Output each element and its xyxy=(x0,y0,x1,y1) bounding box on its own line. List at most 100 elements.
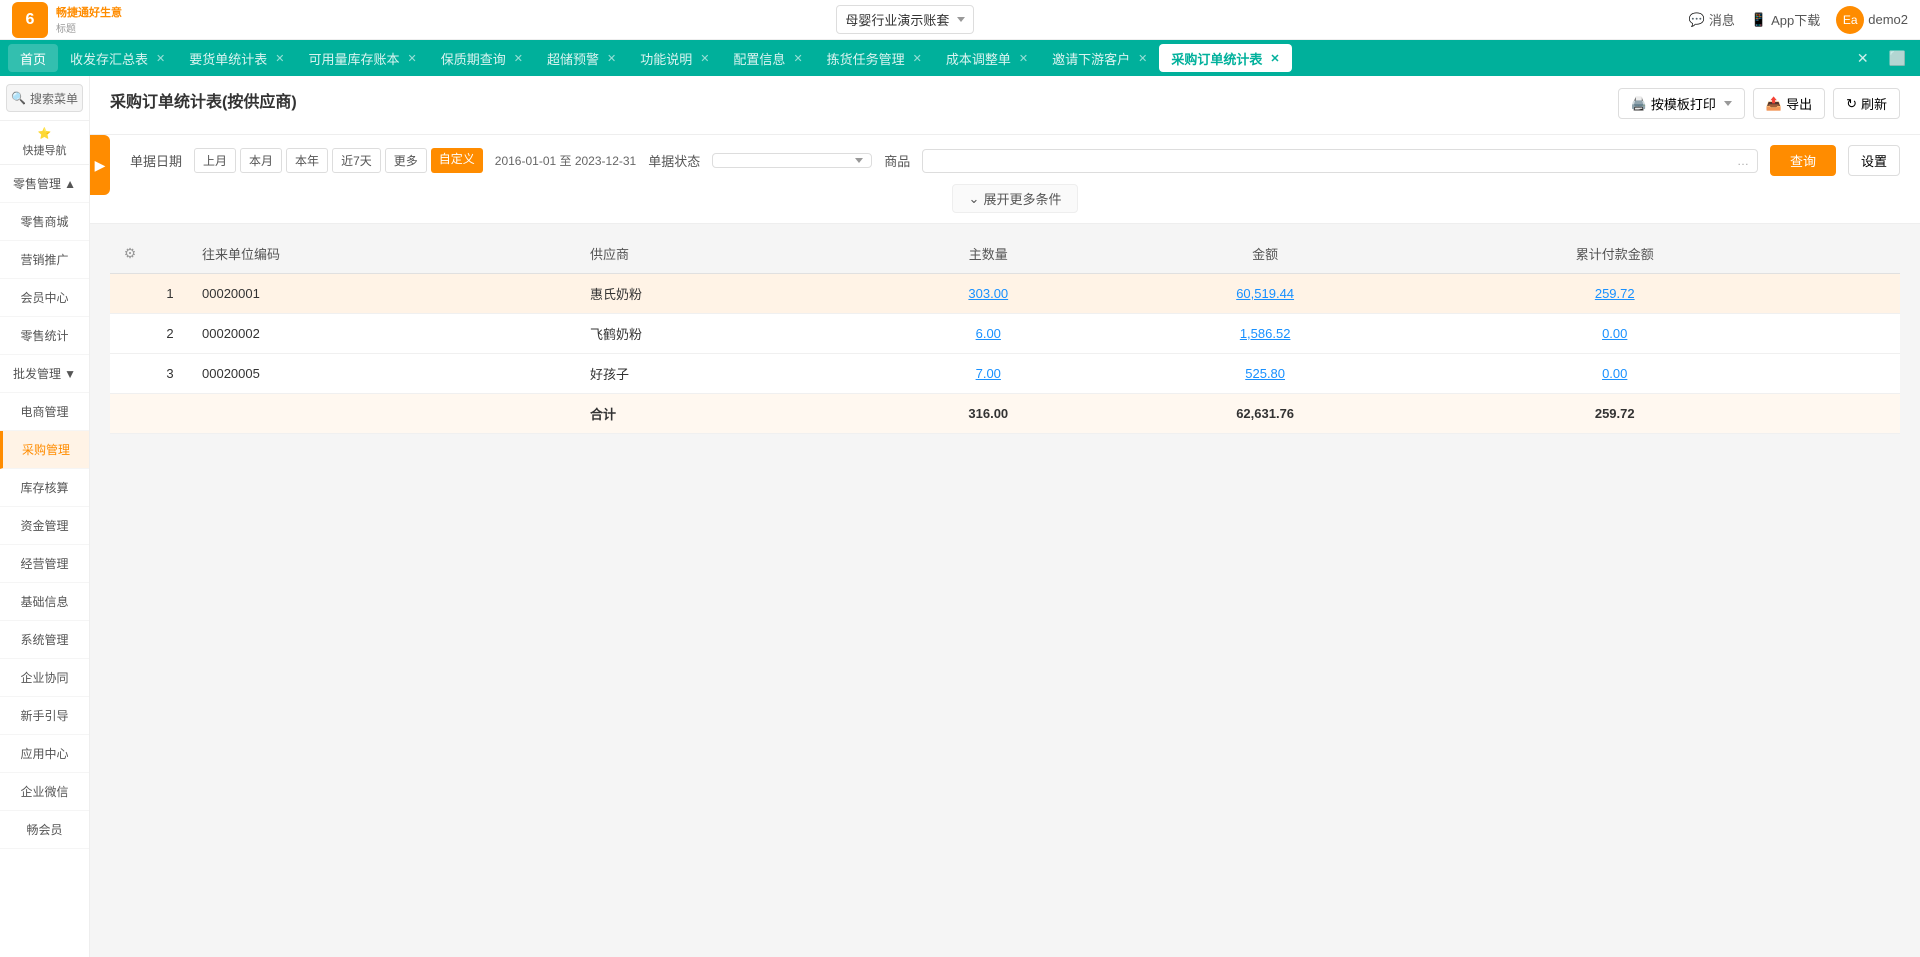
more-date-button[interactable]: 更多 xyxy=(385,148,427,173)
chevron-right-icon: ▶ xyxy=(95,157,106,174)
tab-label: 成本调整单 xyxy=(946,49,1011,68)
sidebar-item-ecommerce[interactable]: 电商管理 xyxy=(0,393,89,431)
table-row[interactable]: 2 00020002 飞鹤奶粉 6.00 1,586.52 0.00 xyxy=(110,314,1900,354)
sidebar-item-retail[interactable]: 零售管理 ▲ xyxy=(0,165,89,203)
sidebar-item-finance[interactable]: 资金管理 xyxy=(0,507,89,545)
close-icon[interactable]: ✕ xyxy=(408,52,417,65)
tab-config-info[interactable]: 配置信息 ✕ xyxy=(721,44,814,72)
sidebar-item-purchase[interactable]: 采购管理 xyxy=(0,431,89,469)
tab-label: 保质期查询 xyxy=(441,49,506,68)
close-icon[interactable]: ✕ xyxy=(913,52,922,65)
tab-pick-task[interactable]: 拣货任务管理 ✕ xyxy=(815,44,934,72)
sidebar-item-quick-nav[interactable]: ⭐ 快捷导航 xyxy=(0,121,89,165)
close-icon[interactable]: ✕ xyxy=(793,52,802,65)
user-profile[interactable]: Ea demo2 xyxy=(1836,6,1908,34)
tab-expiry-query[interactable]: 保质期查询 ✕ xyxy=(429,44,535,72)
last-month-button[interactable]: 上月 xyxy=(194,148,236,173)
tab-home[interactable]: 首页 xyxy=(8,44,58,72)
tab-cost-adjust[interactable]: 成本调整单 ✕ xyxy=(934,44,1040,72)
sidebar-item-member[interactable]: 会员中心 xyxy=(0,279,89,317)
close-icon[interactable]: ✕ xyxy=(1270,52,1279,65)
quick-nav-label: 快捷导航 xyxy=(23,142,67,158)
search-menu-button[interactable]: 🔍 搜索菜单 xyxy=(6,84,83,112)
query-button[interactable]: 查询 xyxy=(1770,145,1836,176)
tab-receive-summary[interactable]: 收发存汇总表 ✕ xyxy=(58,44,177,72)
tab-overstock-alert[interactable]: 超储预警 ✕ xyxy=(535,44,628,72)
main-qty-cell[interactable]: 6.00 xyxy=(867,314,1109,354)
export-button[interactable]: 📤 导出 xyxy=(1753,88,1825,119)
filter-wrapper: ▶ 单据日期 上月 本月 本年 近7天 更多 自定义 2016-01-01 至 … xyxy=(90,135,1920,224)
close-icon[interactable]: ✕ xyxy=(156,52,165,65)
row-num-cell: 2 xyxy=(150,314,190,354)
status-select[interactable] xyxy=(712,153,872,168)
footer-main-qty-cell: 316.00 xyxy=(867,394,1109,434)
operations-label: 经营管理 xyxy=(20,555,68,572)
sidebar-item-new-guide[interactable]: 新手引导 xyxy=(0,697,89,735)
tab-available-stock[interactable]: 可用量库存账本 ✕ xyxy=(296,44,428,72)
retail-mall-label: 零售商城 xyxy=(20,213,68,230)
app-download-button[interactable]: 📱 App下载 xyxy=(1751,10,1820,29)
close-tab-button[interactable]: ✕ xyxy=(1851,48,1875,69)
basic-info-label: 基础信息 xyxy=(20,593,68,610)
page-title: 采购订单统计表(按供应商) xyxy=(110,88,297,112)
refresh-button[interactable]: ↻ 刷新 xyxy=(1833,88,1900,119)
tab-purchase-summary[interactable]: 采购订单统计表 ✕ xyxy=(1159,44,1291,72)
message-button[interactable]: 💬 消息 xyxy=(1689,10,1735,29)
workspace-selector[interactable]: 母婴行业演示账套 xyxy=(836,5,974,34)
close-icon[interactable]: ✕ xyxy=(607,52,616,65)
sidebar-item-basic-info[interactable]: 基础信息 xyxy=(0,583,89,621)
tab-invite-downstream[interactable]: 邀请下游客户 ✕ xyxy=(1040,44,1159,72)
print-button[interactable]: 🖨️ 按模板打印 xyxy=(1618,88,1745,119)
this-year-button[interactable]: 本年 xyxy=(286,148,328,173)
tab-function-desc[interactable]: 功能说明 ✕ xyxy=(628,44,721,72)
retail-label: 零售管理 xyxy=(13,175,61,192)
column-rownum xyxy=(150,234,190,274)
goods-input[interactable]: … xyxy=(922,149,1758,173)
amount-cell[interactable]: 1,586.52 xyxy=(1110,314,1421,354)
expand-more-button[interactable]: ⌄ 展开更多条件 xyxy=(952,184,1079,213)
sidebar-search-area: 🔍 搜索菜单 xyxy=(0,76,89,121)
app-subtitle: 标题 xyxy=(56,20,122,35)
sidebar-item-wholesale[interactable]: 批发管理 ▼ xyxy=(0,355,89,393)
purchase-label: 采购管理 xyxy=(22,441,70,458)
sidebar-item-retail-stats[interactable]: 零售统计 xyxy=(0,317,89,355)
this-month-button[interactable]: 本月 xyxy=(240,148,282,173)
app-download-label: App下载 xyxy=(1771,10,1820,29)
column-main-qty: 主数量 xyxy=(867,234,1109,274)
tab-order-summary[interactable]: 要货单统计表 ✕ xyxy=(177,44,296,72)
cumulative-payment-cell[interactable]: 259.72 xyxy=(1421,274,1809,314)
sidebar-item-system[interactable]: 系统管理 xyxy=(0,621,89,659)
sidebar-item-enterprise-wechat[interactable]: 企业微信 xyxy=(0,773,89,811)
cumulative-payment-cell[interactable]: 0.00 xyxy=(1421,314,1809,354)
close-icon[interactable]: ✕ xyxy=(1138,52,1147,65)
settings-column-icon[interactable]: ⚙ xyxy=(124,245,137,261)
amount-cell[interactable]: 60,519.44 xyxy=(1110,274,1421,314)
close-icon[interactable]: ✕ xyxy=(700,52,709,65)
table-row[interactable]: 1 00020001 惠氏奶粉 303.00 60,519.44 259.72 xyxy=(110,274,1900,314)
sidebar-item-marketing[interactable]: 营销推广 xyxy=(0,241,89,279)
last-7days-button[interactable]: 近7天 xyxy=(332,148,381,173)
close-icon[interactable]: ✕ xyxy=(275,52,284,65)
column-supplier: 供应商 xyxy=(578,234,867,274)
close-icon[interactable]: ✕ xyxy=(1019,52,1028,65)
filter-toggle-button[interactable]: ▶ xyxy=(90,135,110,195)
cumulative-payment-cell[interactable]: 0.00 xyxy=(1421,354,1809,394)
row-settings-cell xyxy=(110,314,150,354)
amount-cell[interactable]: 525.80 xyxy=(1110,354,1421,394)
status-filter-label: 单据状态 xyxy=(648,151,700,170)
custom-date-badge[interactable]: 自定义 xyxy=(431,148,483,173)
sidebar-item-inventory[interactable]: 库存核算 xyxy=(0,469,89,507)
main-qty-cell[interactable]: 303.00 xyxy=(867,274,1109,314)
maximize-button[interactable]: ⬜ xyxy=(1883,48,1912,69)
settings-button[interactable]: 设置 xyxy=(1848,145,1900,176)
sidebar-item-app-center[interactable]: 应用中心 xyxy=(0,735,89,773)
app-name: 畅捷通好生意 xyxy=(56,4,122,20)
sidebar-item-retail-mall[interactable]: 零售商城 xyxy=(0,203,89,241)
table-row[interactable]: 3 00020005 好孩子 7.00 525.80 0.00 xyxy=(110,354,1900,394)
sidebar-item-enterprise[interactable]: 企业协同 xyxy=(0,659,89,697)
main-qty-cell[interactable]: 7.00 xyxy=(867,354,1109,394)
sidebar-item-member-card[interactable]: 畅会员 xyxy=(0,811,89,849)
sidebar-item-operations[interactable]: 经营管理 xyxy=(0,545,89,583)
column-unit-code: 往来单位编码 xyxy=(190,234,578,274)
close-icon[interactable]: ✕ xyxy=(514,52,523,65)
